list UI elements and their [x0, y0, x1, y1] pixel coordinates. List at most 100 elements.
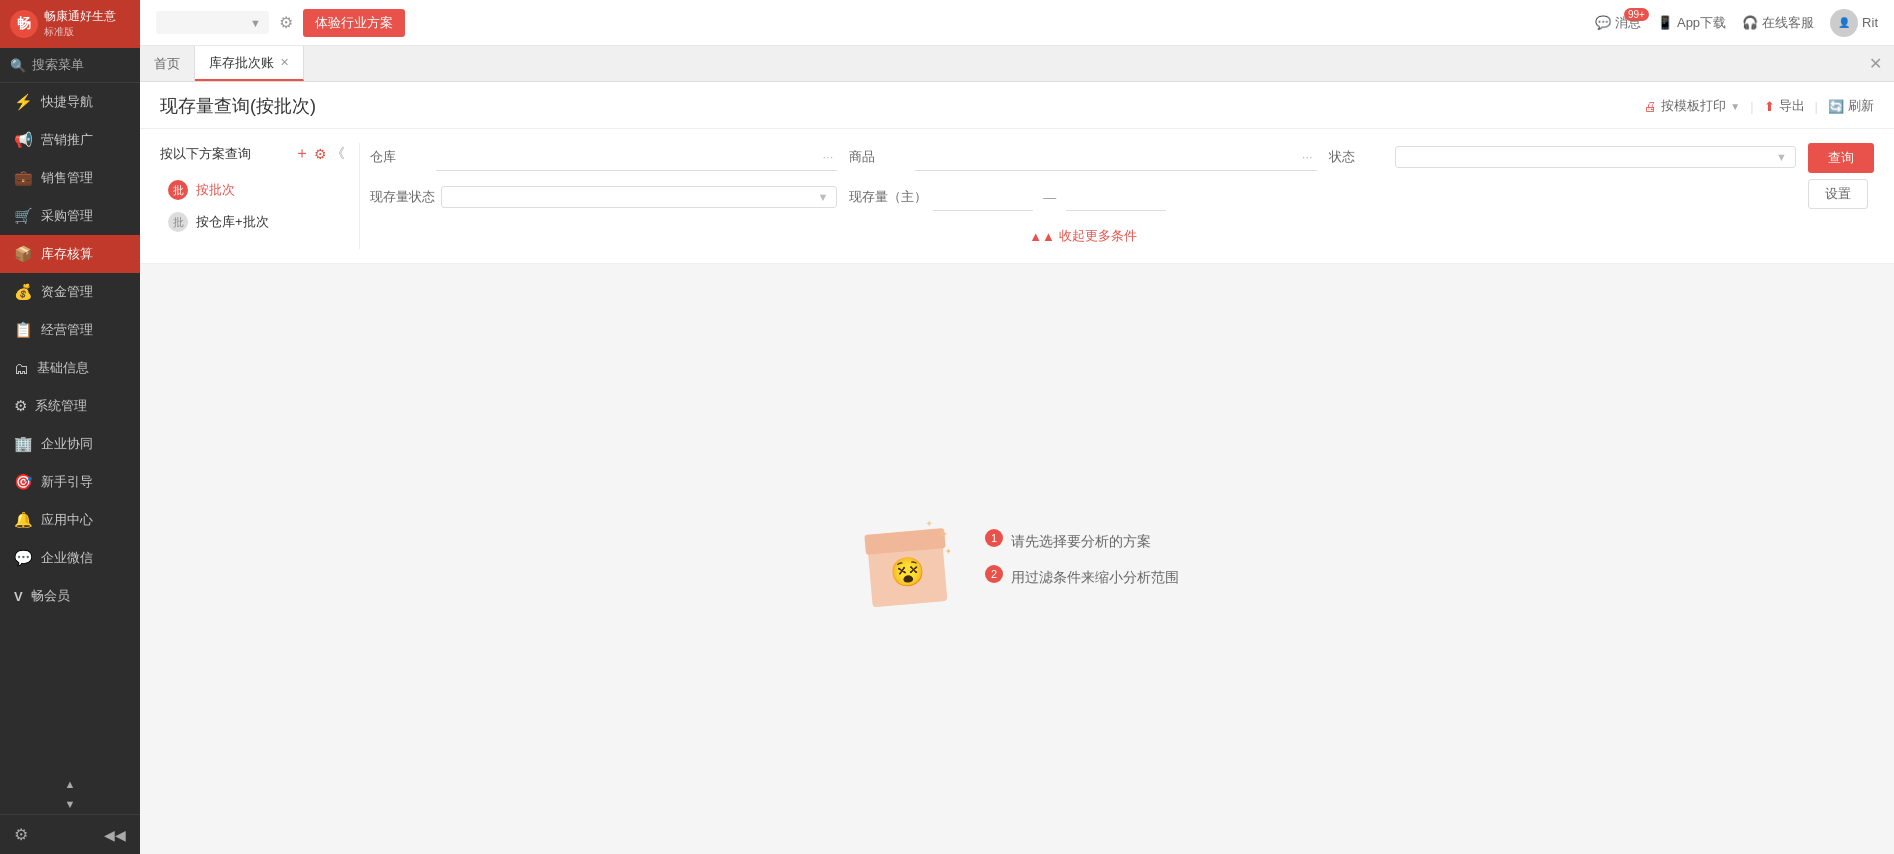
topbar: ▼ ⚙ 体验行业方案 💬 消息 99+ 📱 App下载 🎧 在线客服 👤: [140, 0, 1894, 46]
scroll-up-icon[interactable]: ▲: [65, 778, 76, 790]
scheme-item-warehouse-batch[interactable]: 批 按仓库+批次: [160, 206, 345, 238]
stock-qty-from-wrap[interactable]: [933, 183, 1033, 211]
inventory-icon: 📦: [14, 245, 33, 263]
app-logo: 畅: [10, 10, 38, 38]
stock-qty-to-wrap[interactable]: [1066, 183, 1166, 211]
print-label: 按模板打印: [1661, 97, 1726, 115]
stock-qty-from-input[interactable]: [937, 189, 1029, 204]
sidebar-item-label: 新手引导: [41, 473, 93, 491]
hint-num-1: 1: [985, 529, 1003, 547]
add-scheme-icon[interactable]: ＋: [294, 143, 310, 164]
sidebar-item-appstore[interactable]: 🔔 应用中心: [0, 501, 140, 539]
stock-status-select[interactable]: ▼: [441, 186, 837, 208]
stock-status-chevron-icon: ▼: [817, 191, 828, 203]
sidebar-item-purchase[interactable]: 🛒 采购管理: [0, 197, 140, 235]
collapse-more-label: 收起更多条件: [1059, 227, 1137, 245]
sidebar-item-wechat[interactable]: 💬 企业微信: [0, 539, 140, 577]
filter-fields: 仓库 ··· 商品 ···: [370, 143, 1874, 249]
footer-settings-icon[interactable]: ⚙: [14, 825, 28, 844]
app-download-label: App下载: [1677, 14, 1726, 32]
warehouse-input[interactable]: [440, 149, 818, 164]
search-label: 搜索菜单: [32, 56, 84, 74]
app-title: 畅康通好生意: [44, 9, 116, 25]
settings-scheme-icon[interactable]: ⚙: [314, 146, 327, 162]
sidebar-item-label: 资金管理: [41, 283, 93, 301]
topbar-search-input[interactable]: [164, 15, 244, 30]
print-btn[interactable]: 🖨 按模板打印 ▼: [1644, 97, 1740, 115]
sidebar-item-inventory[interactable]: 📦 库存核算: [0, 235, 140, 273]
empty-hints: 1 请先选择要分析的方案 2 用过滤条件来缩小分析范围: [985, 527, 1179, 591]
scroll-down-icon[interactable]: ▼: [65, 798, 76, 810]
sidebar-search[interactable]: 🔍 搜索菜单: [0, 48, 140, 83]
divider2: |: [1815, 99, 1818, 114]
app-info: 畅康通好生意 标准版: [44, 9, 116, 39]
sidebar-item-member[interactable]: V 畅会员: [0, 577, 140, 615]
sales-icon: 💼: [14, 169, 33, 187]
warehouse-label: 仓库: [370, 148, 430, 166]
sidebar-item-label: 应用中心: [41, 511, 93, 529]
enterprise-icon: 🏢: [14, 435, 33, 453]
settings-button[interactable]: 设置: [1808, 179, 1868, 209]
experience-btn[interactable]: 体验行业方案: [303, 9, 405, 37]
sidebar-item-shortcuts[interactable]: ⚡ 快捷导航: [0, 83, 140, 121]
goods-more-icon[interactable]: ···: [1302, 149, 1313, 164]
stock-status-label: 现存量状态: [370, 188, 435, 206]
status-select[interactable]: ▼: [1395, 146, 1796, 168]
app-download-action[interactable]: 📱 App下载: [1657, 14, 1726, 32]
topbar-search-area[interactable]: ▼: [156, 11, 269, 34]
sidebar-item-finance[interactable]: 💰 资金管理: [0, 273, 140, 311]
guide-icon: 🎯: [14, 473, 33, 491]
refresh-icon: 🔄: [1828, 99, 1844, 114]
warehouse-batch-scheme-icon: 批: [168, 212, 188, 232]
sidebar-item-guide[interactable]: 🎯 新手引导: [0, 463, 140, 501]
page-header: 现存量查询(按批次) 🖨 按模板打印 ▼ | ⬆ 导出 | 🔄 刷新: [140, 82, 1894, 129]
topbar-gear-icon[interactable]: ⚙: [279, 13, 293, 32]
sidebar-item-basics[interactable]: 🗂 基础信息: [0, 349, 140, 387]
warehouse-input-wrap[interactable]: ···: [436, 143, 837, 171]
user-initial: 👤: [1838, 17, 1850, 28]
empty-hint-2: 2 用过滤条件来缩小分析范围: [985, 563, 1179, 591]
online-service-action[interactable]: 🎧 在线客服: [1742, 14, 1814, 32]
user-name: Rit: [1862, 15, 1878, 30]
page-title: 现存量查询(按批次): [160, 94, 316, 118]
sidebar-item-label: 销售管理: [41, 169, 93, 187]
system-icon: ⚙: [14, 397, 27, 415]
sidebar-item-label: 企业微信: [41, 549, 93, 567]
message-action[interactable]: 💬 消息 99+: [1595, 14, 1641, 32]
tab-inventory-batch[interactable]: 库存批次账 ✕: [195, 46, 304, 81]
warehouse-more-icon[interactable]: ···: [822, 149, 833, 164]
sidebar-item-sales[interactable]: 💼 销售管理: [0, 159, 140, 197]
svg-text:✦: ✦: [937, 526, 949, 542]
goods-field: 商品 ···: [849, 143, 1316, 171]
refresh-btn[interactable]: 🔄 刷新: [1828, 97, 1874, 115]
collapse-more-btn[interactable]: ▲▲ 收起更多条件: [370, 223, 1796, 249]
collapse-scheme-icon[interactable]: 《: [331, 145, 345, 163]
tabs-close-all[interactable]: ✕: [1857, 54, 1894, 73]
sidebar-item-marketing[interactable]: 📢 营销推广: [0, 121, 140, 159]
sidebar-item-label: 基础信息: [37, 359, 89, 377]
refresh-label: 刷新: [1848, 97, 1874, 115]
tab-close-icon[interactable]: ✕: [280, 56, 289, 69]
footer-collapse-icon[interactable]: ◀◀: [104, 827, 126, 843]
user-profile[interactable]: 👤 Rit: [1830, 9, 1878, 37]
sidebar-item-enterprise[interactable]: 🏢 企业协同: [0, 425, 140, 463]
export-btn[interactable]: ⬆ 导出: [1764, 97, 1805, 115]
divider: |: [1750, 99, 1753, 114]
scheme-item-batch[interactable]: 批 按批次: [160, 174, 345, 206]
query-button[interactable]: 查询: [1808, 143, 1874, 173]
sidebar-header: 畅 畅康通好生意 标准版: [0, 0, 140, 48]
goods-input-wrap[interactable]: ···: [915, 143, 1316, 171]
goods-label: 商品: [849, 148, 909, 166]
stock-status-field: 现存量状态 ▼: [370, 186, 837, 208]
sidebar-item-operations[interactable]: 📋 经营管理: [0, 311, 140, 349]
goods-input[interactable]: [919, 149, 1297, 164]
page-content: 现存量查询(按批次) 🖨 按模板打印 ▼ | ⬆ 导出 | 🔄 刷新: [140, 82, 1894, 854]
print-chevron-icon[interactable]: ▼: [1730, 101, 1740, 112]
tab-home[interactable]: 首页: [140, 46, 195, 81]
sidebar-item-system[interactable]: ⚙ 系统管理: [0, 387, 140, 425]
stock-qty-to-input[interactable]: [1070, 189, 1162, 204]
message-icon: 💬: [1595, 15, 1611, 30]
appstore-icon: 🔔: [14, 511, 33, 529]
member-icon: V: [14, 589, 23, 604]
message-badge: 99+: [1624, 8, 1649, 21]
